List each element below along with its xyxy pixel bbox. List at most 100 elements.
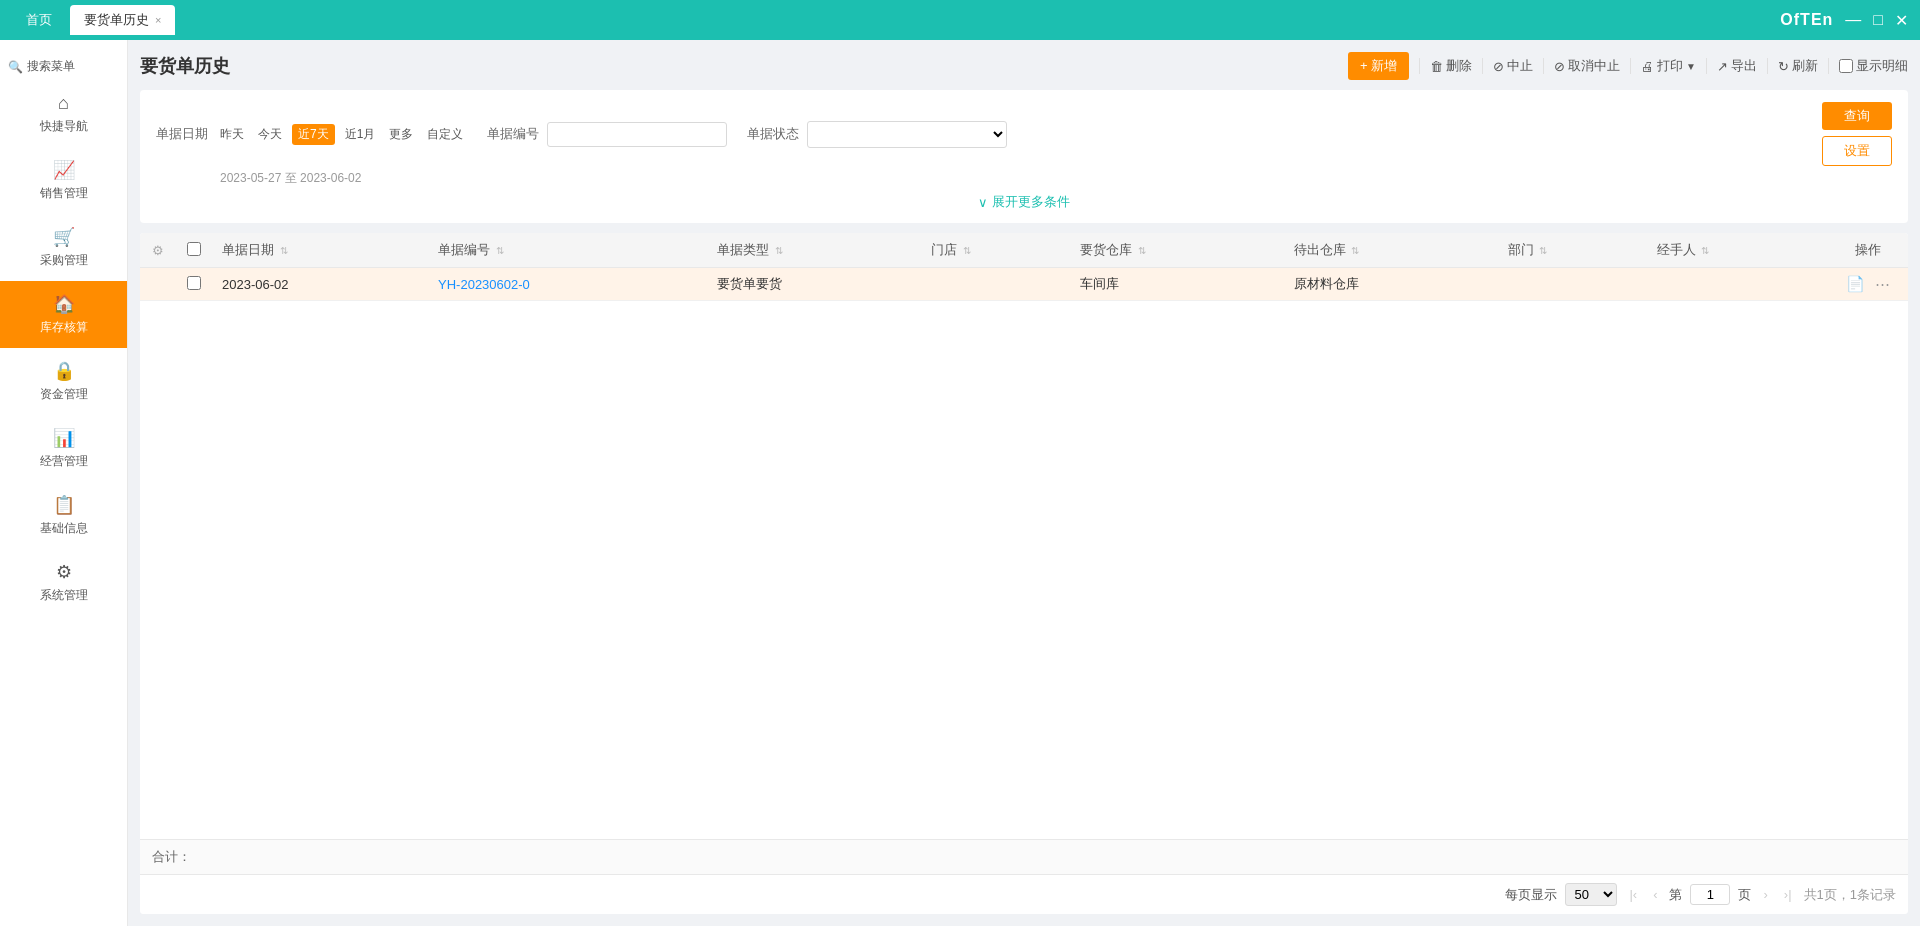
window-close-icon[interactable]: ✕ <box>1895 11 1908 30</box>
sidebar-search[interactable]: 🔍 搜索菜单 <box>0 48 127 81</box>
table-header-row: ⚙ 单据日期 ⇅ 单据编号 ⇅ <box>140 233 1908 268</box>
close-icon[interactable]: × <box>155 14 161 26</box>
sort-store-icon[interactable]: ⇅ <box>963 245 971 256</box>
row-select-checkbox[interactable] <box>187 276 201 290</box>
date-btn-last7[interactable]: 近7天 <box>292 124 335 145</box>
row-doc-no: YH-20230602-0 <box>428 268 707 301</box>
sidebar-item-operations-label: 经营管理 <box>40 453 88 470</box>
toolbar-divider-2 <box>1482 58 1483 74</box>
col-req-warehouse-label: 要货仓库 <box>1080 242 1132 257</box>
query-button[interactable]: 查询 <box>1822 102 1892 130</box>
export-button[interactable]: ↗ 导出 <box>1717 57 1757 75</box>
table-row: 2023-06-02 YH-20230602-0 要货单要货 <box>140 268 1908 301</box>
sort-doc-date-icon[interactable]: ⇅ <box>280 245 288 256</box>
date-btn-yesterday[interactable]: 昨天 <box>216 124 248 145</box>
sort-req-warehouse-icon[interactable]: ⇅ <box>1138 245 1146 256</box>
col-department-label: 部门 <box>1508 242 1534 257</box>
last-page-btn[interactable]: ›| <box>1780 885 1796 904</box>
sidebar-item-finance-label: 资金管理 <box>40 386 88 403</box>
sidebar-item-system-mgmt[interactable]: ⚙ 系统管理 <box>0 549 127 616</box>
row-edit-icon[interactable]: 📄 <box>1846 275 1865 292</box>
date-btn-last1m[interactable]: 近1月 <box>341 124 380 145</box>
row-checkbox-cell <box>176 268 212 301</box>
next-page-btn[interactable]: › <box>1759 885 1771 904</box>
new-button[interactable]: + 新增 <box>1348 52 1409 80</box>
topbar-right: OfTEn — □ ✕ <box>1780 11 1908 30</box>
refresh-button[interactable]: ↻ 刷新 <box>1778 57 1818 75</box>
status-select[interactable] <box>807 121 1007 148</box>
col-doc-type-label: 单据类型 <box>717 242 769 257</box>
sales-icon: 📈 <box>53 159 75 181</box>
print-label: 打印 <box>1657 57 1683 75</box>
sidebar-item-operations-mgmt[interactable]: 📊 经营管理 <box>0 415 127 482</box>
sort-department-icon[interactable]: ⇅ <box>1539 245 1547 256</box>
col-handler-label: 经手人 <box>1657 242 1696 257</box>
per-page-label: 每页显示 <box>1505 886 1557 904</box>
first-page-btn[interactable]: |‹ <box>1625 885 1641 904</box>
tab-requisition-label: 要货单历史 <box>84 11 149 29</box>
col-settings[interactable]: ⚙ <box>140 233 176 268</box>
delete-label: 删除 <box>1446 57 1472 75</box>
col-department: 部门 ⇅ <box>1498 233 1647 268</box>
col-pending-warehouse-label: 待出仓库 <box>1294 242 1346 257</box>
minimize-icon[interactable]: — <box>1845 11 1861 29</box>
sidebar-item-quick-nav[interactable]: ⌂ 快捷导航 <box>0 81 127 147</box>
row-req-warehouse-value: 车间库 <box>1080 276 1119 291</box>
row-delete-icon[interactable]: ⋯ <box>1875 275 1890 292</box>
purchase-icon: 🛒 <box>53 226 75 248</box>
row-pending-warehouse: 原材料仓库 <box>1284 268 1498 301</box>
status-filter: 单据状态 <box>747 121 1007 148</box>
col-store-label: 门店 <box>931 242 957 257</box>
prev-page-btn[interactable]: ‹ <box>1649 885 1661 904</box>
stop-button[interactable]: ⊘ 中止 <box>1493 57 1533 75</box>
page-header: 要货单历史 + 新增 🗑 删除 ⊘ 中止 ⊘ 取消中止 <box>140 52 1908 80</box>
delete-button[interactable]: 🗑 删除 <box>1430 57 1472 75</box>
main-table: ⚙ 单据日期 ⇅ 单据编号 ⇅ <box>140 233 1908 301</box>
sort-doc-type-icon[interactable]: ⇅ <box>775 245 783 256</box>
inventory-icon: 🏠 <box>53 293 75 315</box>
row-actions: 📄 ⋯ <box>1828 268 1908 301</box>
sidebar-item-finance-mgmt[interactable]: 🔒 资金管理 <box>0 348 127 415</box>
date-btn-more[interactable]: 更多 <box>385 124 417 145</box>
toolbar-divider-1 <box>1419 58 1420 74</box>
sort-handler-icon[interactable]: ⇅ <box>1701 245 1709 256</box>
tab-requisition-history[interactable]: 要货单历史 × <box>70 5 175 35</box>
cancel-stop-button[interactable]: ⊘ 取消中止 <box>1554 57 1620 75</box>
page-input[interactable] <box>1690 884 1730 905</box>
row-doc-no-link[interactable]: YH-20230602-0 <box>438 277 530 292</box>
settings-button[interactable]: 设置 <box>1822 136 1892 166</box>
docno-input[interactable] <box>547 122 727 147</box>
table-area: ⚙ 单据日期 ⇅ 单据编号 ⇅ <box>140 233 1908 914</box>
basic-info-icon: 📋 <box>53 494 75 516</box>
col-actions-label: 操作 <box>1855 242 1881 257</box>
sort-pending-warehouse-icon[interactable]: ⇅ <box>1351 245 1359 256</box>
print-button[interactable]: 🖨 打印 ▼ <box>1641 57 1696 75</box>
date-btn-today[interactable]: 今天 <box>254 124 286 145</box>
top-bar: 首页 要货单历史 × OfTEn — □ ✕ <box>0 0 1920 40</box>
finance-icon: 🔒 <box>53 360 75 382</box>
operations-icon: 📊 <box>53 427 75 449</box>
expand-more-btn[interactable]: ∨ 展开更多条件 <box>156 193 1892 211</box>
col-req-warehouse: 要货仓库 ⇅ <box>1070 233 1284 268</box>
docno-filter-label: 单据编号 <box>487 125 539 143</box>
date-btn-custom[interactable]: 自定义 <box>423 124 467 145</box>
show-detail-checkbox[interactable] <box>1839 59 1853 73</box>
toolbar-divider-3 <box>1543 58 1544 74</box>
sidebar-item-basic-info[interactable]: 📋 基础信息 <box>0 482 127 549</box>
sidebar-item-inventory[interactable]: 🏠 库存核算 <box>0 281 127 348</box>
refresh-icon: ↻ <box>1778 59 1789 74</box>
sidebar: 🔍 搜索菜单 ⌂ 快捷导航 📈 销售管理 🛒 采购管理 🏠 库存核算 🔒 资金管… <box>0 40 128 926</box>
toolbar-divider-7 <box>1828 58 1829 74</box>
date-filter-label: 单据日期 <box>156 125 208 143</box>
show-detail-button[interactable]: 显示明细 <box>1839 57 1908 75</box>
select-all-checkbox[interactable] <box>187 242 201 256</box>
maximize-icon[interactable]: □ <box>1873 11 1883 29</box>
per-page-select[interactable]: 50 10 20 100 <box>1565 883 1617 906</box>
sort-doc-no-icon[interactable]: ⇅ <box>496 245 504 256</box>
system-icon: ⚙ <box>56 561 72 583</box>
print-icon: 🖨 <box>1641 59 1654 74</box>
tab-home[interactable]: 首页 <box>12 5 66 35</box>
sidebar-item-purchase-mgmt[interactable]: 🛒 采购管理 <box>0 214 127 281</box>
sidebar-item-sales-mgmt[interactable]: 📈 销售管理 <box>0 147 127 214</box>
total-info: 共1页，1条记录 <box>1804 886 1896 904</box>
